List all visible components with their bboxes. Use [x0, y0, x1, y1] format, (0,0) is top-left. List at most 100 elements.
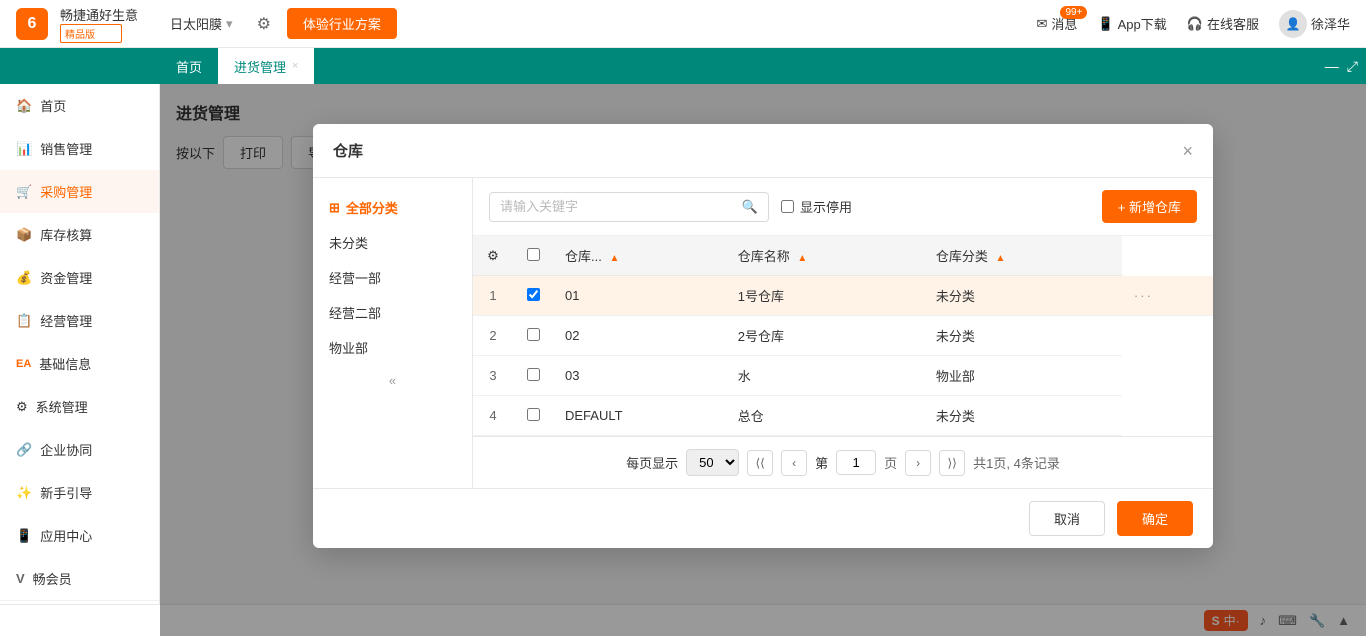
sidebar-item-member[interactable]: V 畅会员 — [0, 557, 159, 600]
table-header-name[interactable]: 仓库名称 ▲ — [726, 236, 924, 276]
sidebar-item-enterprise[interactable]: 🔗 企业协同 — [0, 428, 159, 471]
sidebar-item-system[interactable]: ⚙ 系统管理 — [0, 385, 159, 428]
sidebar-item-apps[interactable]: 📱 应用中心 — [0, 514, 159, 557]
home-icon: 🏠 — [16, 98, 32, 114]
row-checkbox-cell[interactable] — [513, 356, 553, 396]
more-dots-icon[interactable]: ··· — [1134, 288, 1153, 303]
finance-icon: 💰 — [16, 270, 32, 286]
warehouse-table: ⚙ 仓库... ▲ — [473, 236, 1213, 436]
modal-sidebar-ops1[interactable]: 经营一部 — [313, 260, 472, 295]
table-header-checkbox[interactable] — [513, 236, 553, 276]
navtab-icons: — ⤢ — [1325, 58, 1366, 75]
row-name: 水 — [726, 356, 924, 396]
category-sort-icon: ▲ — [995, 253, 1005, 264]
search-input[interactable] — [490, 193, 732, 220]
confirm-button[interactable]: 确定 — [1117, 501, 1193, 536]
sidebar-item-guide[interactable]: ✨ 新手引导 — [0, 471, 159, 514]
settings-icon[interactable]: ⚙ — [257, 14, 271, 34]
store-selector[interactable]: 日太阳膜 ▾ — [170, 14, 233, 33]
row-more-dots[interactable]: 2 — [473, 316, 513, 356]
row-code: 01 — [553, 276, 726, 316]
row-actions[interactable]: ··· — [1122, 276, 1213, 316]
tab-purchase[interactable]: 进货管理 × — [218, 48, 314, 84]
avatar: 👤 — [1279, 10, 1307, 38]
modal-close-button[interactable]: × — [1182, 142, 1193, 160]
sidebar-item-inventory[interactable]: 📦 库存核算 — [0, 213, 159, 256]
tab-close-icon[interactable]: × — [292, 60, 298, 72]
modal-footer: 取消 确定 — [313, 488, 1213, 548]
table-row[interactable]: 1 01 1号仓库 未分类 ··· — [473, 276, 1213, 316]
row-checkbox-cell[interactable] — [513, 276, 553, 316]
row-name: 1号仓库 — [726, 276, 924, 316]
inventory-icon: 📦 — [16, 227, 32, 243]
row-checkbox-cell[interactable] — [513, 396, 553, 436]
table-row[interactable]: 2 02 2号仓库 未分类 — [473, 316, 1213, 356]
main-layout: 🏠 首页 📊 销售管理 🛒 采购管理 📦 库存核算 💰 资金管理 📋 经营管理 … — [0, 84, 1366, 636]
search-icon[interactable]: 🔍 — [732, 193, 768, 221]
sidebar-item-basic-info[interactable]: EA 基础信息 — [0, 342, 159, 385]
app-download-button[interactable]: 📱 App下载 — [1097, 14, 1166, 33]
row-more-dots[interactable]: 3 — [473, 356, 513, 396]
prev-page-button[interactable]: ‹ — [781, 450, 807, 476]
select-all-checkbox[interactable] — [527, 248, 540, 261]
show-disabled-checkbox-label[interactable]: 显示停用 — [781, 197, 852, 216]
last-page-button[interactable]: ⟩⟩ — [939, 450, 965, 476]
row-checkbox[interactable] — [527, 368, 540, 381]
minimize-icon[interactable]: — — [1325, 58, 1339, 74]
sidebar-item-sales[interactable]: 📊 销售管理 — [0, 127, 159, 170]
row-name: 2号仓库 — [726, 316, 924, 356]
row-name: 总仓 — [726, 396, 924, 436]
sidebar-item-operations[interactable]: 📋 经营管理 — [0, 299, 159, 342]
table-header-gear[interactable]: ⚙ — [473, 236, 513, 276]
page-number-input[interactable] — [836, 450, 876, 475]
per-page-select[interactable]: 50 — [686, 449, 739, 476]
total-info: 共1页, 4条记录 — [973, 453, 1060, 472]
trial-button[interactable]: 体验行业方案 — [287, 8, 397, 39]
collapse-icon: « — [389, 373, 396, 388]
cancel-button[interactable]: 取消 — [1029, 501, 1105, 536]
sidebar-item-finance[interactable]: 💰 资金管理 — [0, 256, 159, 299]
next-page-button[interactable]: › — [905, 450, 931, 476]
messages-button[interactable]: ✉ 消息 99+ — [1037, 14, 1078, 33]
modal-overlay: 仓库 × ⊞ 全部分类 未分类 经营 — [160, 84, 1366, 636]
basic-info-icon: EA — [16, 358, 31, 370]
sales-icon: 📊 — [16, 141, 32, 157]
enterprise-icon: 🔗 — [16, 442, 32, 458]
user-menu[interactable]: 👤 徐泽华 — [1279, 10, 1350, 38]
add-warehouse-button[interactable]: + 新增仓库 — [1102, 190, 1197, 223]
service-button[interactable]: 🎧 在线客服 — [1187, 14, 1259, 33]
modal-sidebar-property[interactable]: 物业部 — [313, 330, 472, 365]
modal-sidebar-ops2[interactable]: 经营二部 — [313, 295, 472, 330]
row-checkbox[interactable] — [527, 288, 540, 301]
table-header-category[interactable]: 仓库分类 ▲ — [924, 236, 1122, 276]
message-icon: ✉ — [1037, 16, 1048, 32]
maximize-icon[interactable]: ⤢ — [1347, 58, 1358, 75]
page-label: 页 — [884, 453, 897, 472]
row-more-dots[interactable]: 1 — [473, 276, 513, 316]
headset-icon: 🎧 — [1187, 16, 1203, 32]
table-row[interactable]: 4 DEFAULT 总仓 未分类 — [473, 396, 1213, 436]
row-checkbox-cell[interactable] — [513, 316, 553, 356]
code-sort-icon: ▲ — [609, 253, 619, 264]
row-code: 02 — [553, 316, 726, 356]
row-checkbox[interactable] — [527, 408, 540, 421]
sidebar-item-purchase[interactable]: 🛒 采购管理 — [0, 170, 159, 213]
modal-sidebar-collapse-button[interactable]: « — [313, 365, 472, 396]
table-row[interactable]: 3 03 水 物业部 — [473, 356, 1213, 396]
message-badge: 99+ — [1060, 6, 1087, 19]
show-disabled-checkbox[interactable] — [781, 200, 794, 213]
grid-icon: ⊞ — [329, 200, 340, 216]
nav-tabs: 首页 进货管理 × — ⤢ — [0, 48, 1366, 84]
tab-home[interactable]: 首页 — [160, 48, 218, 84]
sidebar-item-home[interactable]: 🏠 首页 — [0, 84, 159, 127]
modal-title: 仓库 — [333, 140, 363, 161]
row-checkbox[interactable] — [527, 328, 540, 341]
row-code: 03 — [553, 356, 726, 396]
first-page-button[interactable]: ⟨⟨ — [747, 450, 773, 476]
modal-sidebar-all-category[interactable]: ⊞ 全部分类 — [313, 190, 472, 225]
modal-sidebar-uncategorized[interactable]: 未分类 — [313, 225, 472, 260]
row-more-dots[interactable]: 4 — [473, 396, 513, 436]
table-header-code[interactable]: 仓库... ▲ — [553, 236, 726, 276]
brand-name: 畅捷通好生意 — [60, 5, 138, 24]
row-index-num: 3 — [489, 368, 496, 383]
